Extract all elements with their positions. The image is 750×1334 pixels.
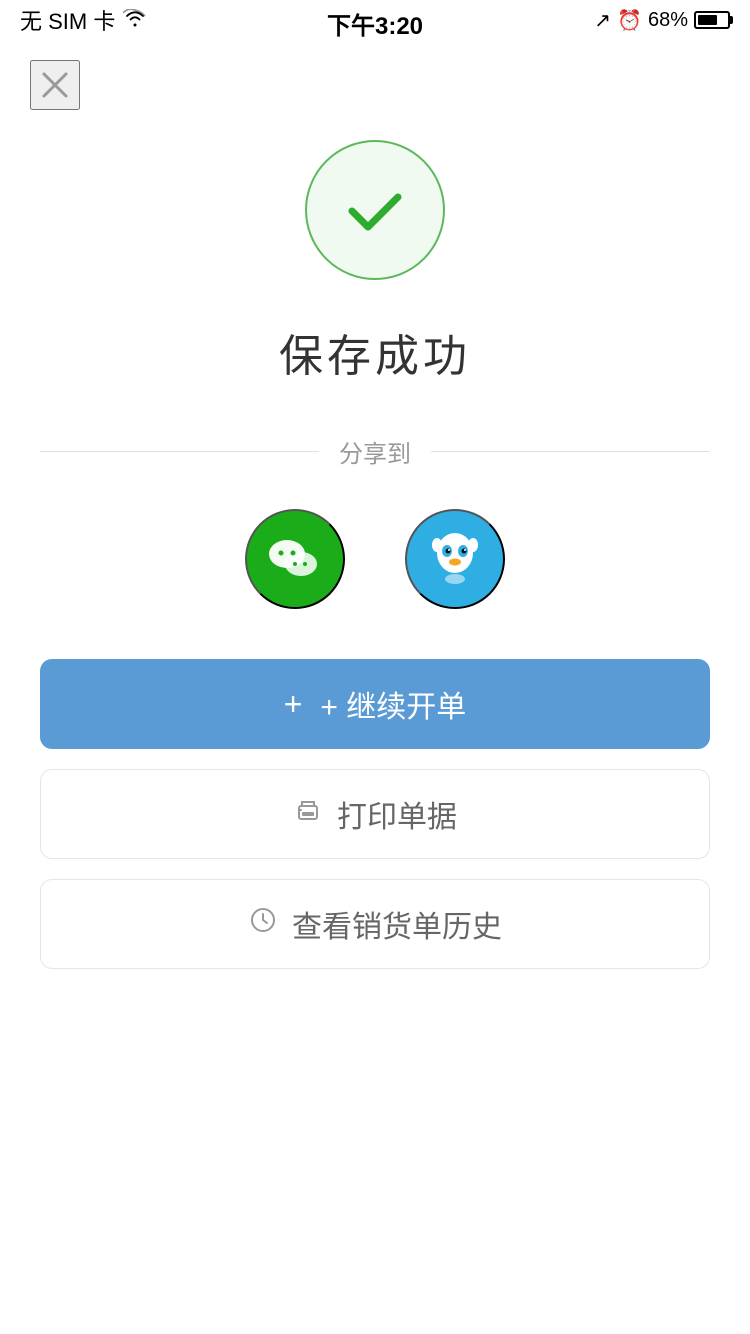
history-button[interactable]: 查看销货单历史 bbox=[40, 879, 710, 969]
alarm-icon: ⏰ bbox=[617, 8, 642, 33]
status-left: 无 SIM 卡 bbox=[20, 4, 147, 36]
wechat-icon bbox=[265, 534, 325, 584]
plus-icon: + bbox=[284, 686, 303, 723]
location-icon: ↗ bbox=[594, 8, 611, 33]
battery-icon bbox=[694, 11, 730, 29]
status-right: ↗ ⏰ 68% bbox=[594, 8, 730, 33]
status-time: 下午3:20 bbox=[327, 6, 423, 41]
share-section: 分享到 bbox=[40, 434, 710, 609]
divider-right bbox=[431, 451, 710, 452]
history-label: 查看销货单历史 bbox=[292, 902, 502, 946]
divider-left bbox=[40, 451, 319, 452]
battery-percent: 68% bbox=[648, 9, 688, 32]
share-divider: 分享到 bbox=[40, 434, 710, 469]
continue-order-label: + 继续开单 bbox=[320, 682, 466, 726]
wechat-share-button[interactable] bbox=[245, 509, 345, 609]
print-label: 打印单据 bbox=[337, 792, 457, 836]
qq-icon bbox=[427, 529, 483, 589]
wifi-icon bbox=[123, 7, 147, 33]
success-circle bbox=[305, 140, 445, 280]
status-bar: 无 SIM 卡 下午3:20 ↗ ⏰ 68% bbox=[0, 0, 750, 40]
close-icon bbox=[40, 70, 70, 100]
checkmark-icon bbox=[340, 175, 410, 245]
share-icons-row bbox=[40, 509, 710, 609]
action-buttons: + + 继续开单 打印单据 查看销货单历史 bbox=[40, 659, 710, 969]
no-sim-text: 无 SIM 卡 bbox=[20, 4, 115, 36]
qq-share-button[interactable] bbox=[405, 509, 505, 609]
success-title: 保存成功 bbox=[279, 320, 471, 384]
print-button[interactable]: 打印单据 bbox=[40, 769, 710, 859]
continue-order-button[interactable]: + + 继续开单 bbox=[40, 659, 710, 749]
history-icon bbox=[248, 905, 278, 943]
main-content: 保存成功 分享到 bbox=[0, 40, 750, 1009]
close-button[interactable] bbox=[30, 60, 80, 110]
share-label: 分享到 bbox=[339, 434, 411, 469]
printer-icon bbox=[293, 795, 323, 833]
